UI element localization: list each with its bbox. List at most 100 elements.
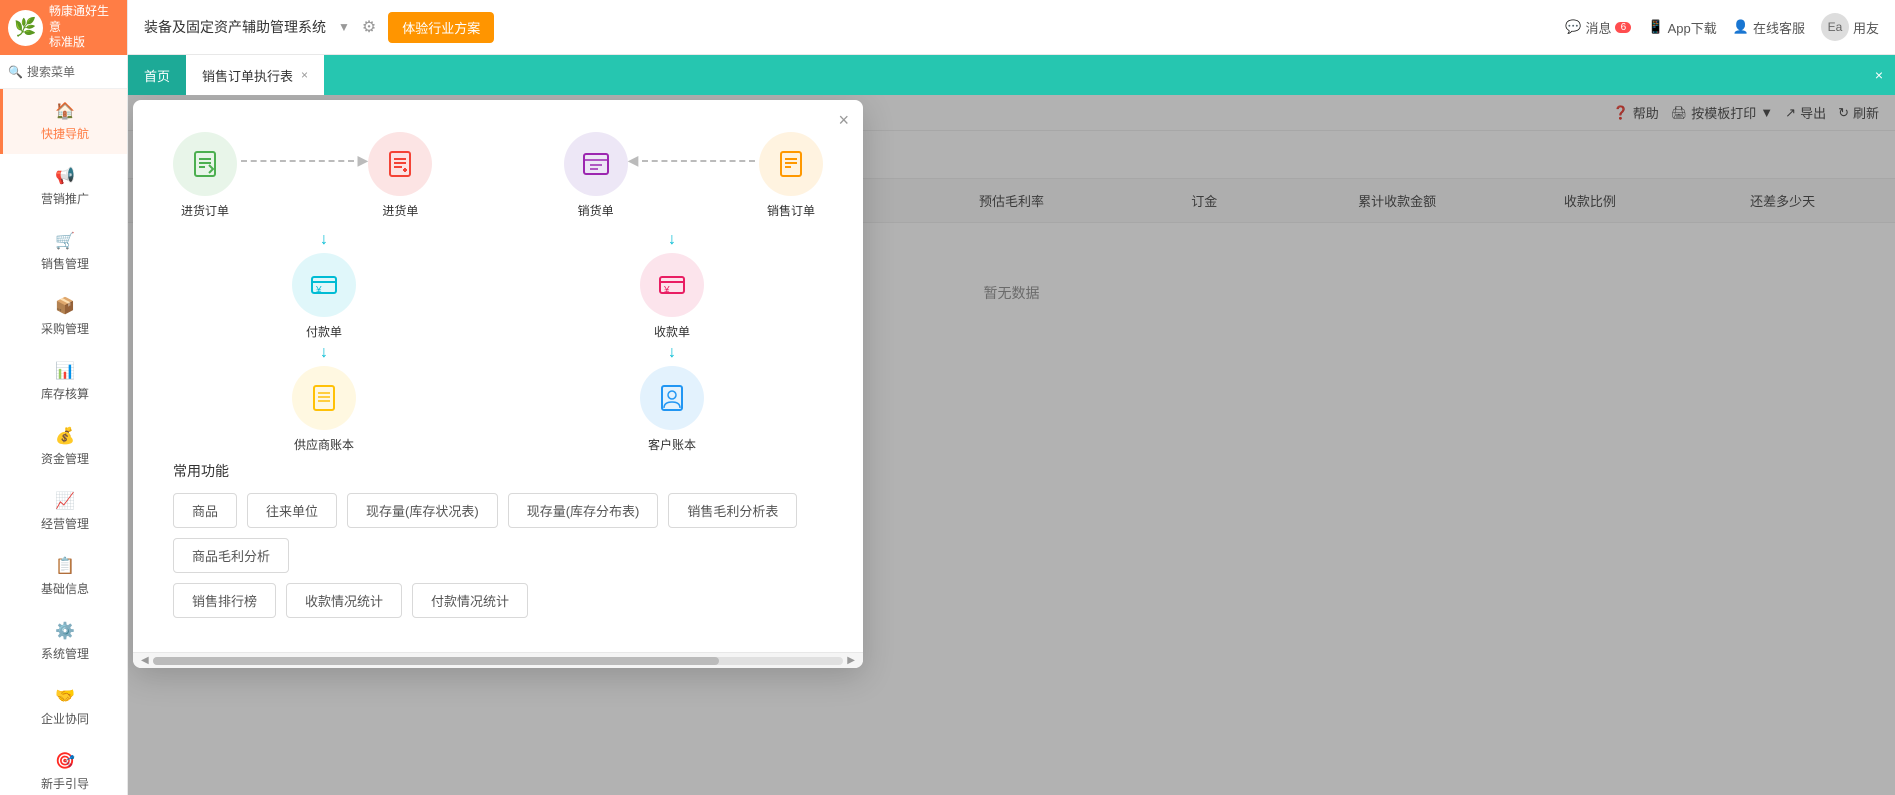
arrow-down-payment: ↓ bbox=[320, 231, 328, 249]
flow-col-payment: ↓ ¥ 付款单 ↓ bbox=[237, 227, 411, 453]
flow-row-1: 进货订单 ▶ 进货单 bbox=[173, 132, 823, 219]
modal-close-btn[interactable]: × bbox=[838, 110, 849, 131]
func-btn-3[interactable]: 现存量(库存分布表) bbox=[508, 493, 659, 528]
flow-purchase-order[interactable]: 进货订单 bbox=[173, 132, 237, 219]
topbar-title: 装备及固定资产辅助管理系统 bbox=[144, 17, 326, 37]
sales-icon: 🛒 bbox=[55, 231, 75, 251]
sidebar-logo: 🌿 畅康通好生意 标准版 bbox=[0, 0, 127, 55]
modal-body: 进货订单 ▶ 进货单 bbox=[133, 100, 863, 652]
settings-icon[interactable]: ⚙ bbox=[362, 17, 376, 37]
tab-home[interactable]: 首页 bbox=[128, 55, 186, 95]
main-content: ❓ 帮助 🖨 按模板打印 ▼ ↗ 导出 ↻ 刷新 yyyy-mm-dd 📅 bbox=[128, 95, 1895, 795]
payment-icon: ¥ bbox=[292, 253, 356, 317]
topbar: 装备及固定资产辅助管理系统 ▼ ⚙ 体验行业方案 💬 消息 6 📱 App下载 … bbox=[128, 0, 1895, 55]
scrollbar-track[interactable] bbox=[153, 657, 844, 665]
flow-row-2: ↓ ¥ 付款单 ↓ bbox=[173, 227, 823, 453]
func-btn-0[interactable]: 商品 bbox=[173, 493, 237, 528]
func-btn-2[interactable]: 现存量(库存状况表) bbox=[347, 493, 498, 528]
arrow-down-supplier: ↓ bbox=[320, 344, 328, 362]
dropdown-arrow-icon[interactable]: ▼ bbox=[338, 20, 350, 34]
func-btn-1[interactable]: 往来单位 bbox=[247, 493, 337, 528]
customer-ledger-icon bbox=[640, 366, 704, 430]
sidebar-item-inventory[interactable]: 📊 库存核算 bbox=[0, 349, 127, 414]
arrow-2: ◀ bbox=[628, 152, 759, 197]
flow-supplier-ledger[interactable]: 供应商账本 bbox=[292, 366, 356, 453]
logo-text: 畅康通好生意 标准版 bbox=[49, 4, 119, 51]
common-funcs-title: 常用功能 bbox=[173, 461, 823, 481]
tab-sales-order-exec[interactable]: 销售订单执行表 × bbox=[186, 55, 324, 95]
arrow-down-receipt: ↓ bbox=[668, 231, 676, 249]
sidebar-item-system[interactable]: ⚙️ 系统管理 bbox=[0, 609, 127, 674]
sidebar-item-basic[interactable]: 📋 基础信息 bbox=[0, 544, 127, 609]
sidebar-item-finance[interactable]: 💰 资金管理 bbox=[0, 414, 127, 479]
sidebar-item-marketing[interactable]: 📢 营销推广 bbox=[0, 154, 127, 219]
sidebar-item-purchase[interactable]: 📦 采购管理 bbox=[0, 284, 127, 349]
func-btn-8[interactable]: 付款情况统计 bbox=[412, 583, 528, 618]
scrollbar-thumb bbox=[153, 657, 719, 665]
arrow-down-customer: ↓ bbox=[668, 344, 676, 362]
purchase-bill-icon bbox=[368, 132, 432, 196]
modal: × 进货订单 ▶ bbox=[133, 100, 863, 668]
func-btn-5[interactable]: 商品毛利分析 bbox=[173, 538, 289, 573]
inventory-icon: 📊 bbox=[55, 361, 75, 381]
app-icon: 📱 bbox=[1647, 19, 1663, 35]
sales-order-icon bbox=[759, 132, 823, 196]
message-badge: 6 bbox=[1615, 22, 1631, 33]
flow-payment[interactable]: ¥ 付款单 bbox=[292, 253, 356, 340]
common-functions: 常用功能 商品 往来单位 现存量(库存状况表) 现存量(库存分布表) 销售毛利分… bbox=[173, 461, 823, 618]
svg-text:¥: ¥ bbox=[315, 285, 322, 296]
svg-text:¥: ¥ bbox=[663, 285, 670, 296]
avatar: Ea bbox=[1821, 13, 1849, 41]
sidebar-item-collab[interactable]: 🤝 企业协同 bbox=[0, 674, 127, 739]
modal-overlay[interactable]: × 进货订单 ▶ bbox=[128, 95, 1895, 795]
tab-close-icon[interactable]: × bbox=[301, 68, 308, 82]
scroll-left-icon[interactable]: ◀ bbox=[141, 655, 149, 666]
func-btn-4[interactable]: 销售毛利分析表 bbox=[668, 493, 797, 528]
flow-purchase-bill[interactable]: 进货单 bbox=[368, 132, 432, 219]
message-icon: 💬 bbox=[1565, 19, 1581, 35]
system-icon: ⚙️ bbox=[55, 621, 75, 641]
content-area: ❓ 帮助 🖨 按模板打印 ▼ ↗ 导出 ↻ 刷新 yyyy-mm-dd 📅 bbox=[128, 95, 1895, 795]
basic-icon: 📋 bbox=[55, 556, 75, 576]
logo-icon: 🌿 bbox=[8, 10, 43, 46]
experience-btn[interactable]: 体验行业方案 bbox=[388, 12, 494, 43]
arrow-1: ▶ bbox=[237, 152, 368, 197]
func-btn-6[interactable]: 销售排行榜 bbox=[173, 583, 276, 618]
func-row-1: 商品 往来单位 现存量(库存状况表) 现存量(库存分布表) 销售毛利分析表 商品… bbox=[173, 493, 823, 573]
sidebar-item-newbie[interactable]: 🎯 新手引导 bbox=[0, 739, 127, 795]
scroll-right-icon[interactable]: ▶ bbox=[847, 655, 855, 666]
purchase-order-icon bbox=[173, 132, 237, 196]
supplier-ledger-icon bbox=[292, 366, 356, 430]
sidebar-nav: 🏠 快捷导航 📢 营销推广 🛒 销售管理 📦 采购管理 📊 库存核算 💰 资金管… bbox=[0, 89, 127, 795]
receipt-icon: ¥ bbox=[640, 253, 704, 317]
tabbar: 首页 销售订单执行表 × × bbox=[128, 55, 1895, 95]
message-btn[interactable]: 💬 消息 6 bbox=[1565, 18, 1631, 37]
modal-scrollbar[interactable]: ◀ ▶ bbox=[133, 652, 863, 668]
flow-receipt[interactable]: ¥ 收款单 bbox=[640, 253, 704, 340]
operation-icon: 📈 bbox=[55, 491, 75, 511]
page-close-btn[interactable]: × bbox=[1863, 67, 1895, 83]
service-icon: 👤 bbox=[1733, 19, 1749, 35]
flow-sales-order[interactable]: 销售订单 bbox=[759, 132, 823, 219]
online-service-btn[interactable]: 👤 在线客服 bbox=[1733, 18, 1805, 37]
func-btn-7[interactable]: 收款情况统计 bbox=[286, 583, 402, 618]
finance-icon: 💰 bbox=[55, 426, 75, 446]
sidebar-item-quick-nav[interactable]: 🏠 快捷导航 bbox=[0, 89, 127, 154]
flow-customer-ledger[interactable]: 客户账本 bbox=[640, 366, 704, 453]
sales-bill-icon bbox=[564, 132, 628, 196]
sidebar-item-sales[interactable]: 🛒 销售管理 bbox=[0, 219, 127, 284]
sidebar-item-operation[interactable]: 📈 经营管理 bbox=[0, 479, 127, 544]
func-row-2: 销售排行榜 收款情况统计 付款情况统计 bbox=[173, 583, 823, 618]
flow-col-receipt: ↓ ¥ 收款单 ↓ bbox=[585, 227, 759, 453]
sidebar: 🌿 畅康通好生意 标准版 🔍 搜索菜单 🏠 快捷导航 📢 营销推广 🛒 销售管理… bbox=[0, 0, 128, 795]
user-menu[interactable]: Ea 用友 bbox=[1821, 13, 1879, 41]
purchase-icon: 📦 bbox=[55, 296, 75, 316]
search-icon: 🔍 bbox=[8, 65, 23, 79]
newbie-icon: 🎯 bbox=[55, 751, 75, 771]
flow-sales-bill[interactable]: 销货单 bbox=[564, 132, 628, 219]
app-download-btn[interactable]: 📱 App下载 bbox=[1647, 18, 1716, 37]
collab-icon: 🤝 bbox=[55, 686, 75, 706]
sidebar-search[interactable]: 🔍 搜索菜单 bbox=[0, 55, 127, 89]
marketing-icon: 📢 bbox=[55, 166, 75, 186]
topbar-right: 💬 消息 6 📱 App下载 👤 在线客服 Ea 用友 bbox=[1565, 13, 1879, 41]
